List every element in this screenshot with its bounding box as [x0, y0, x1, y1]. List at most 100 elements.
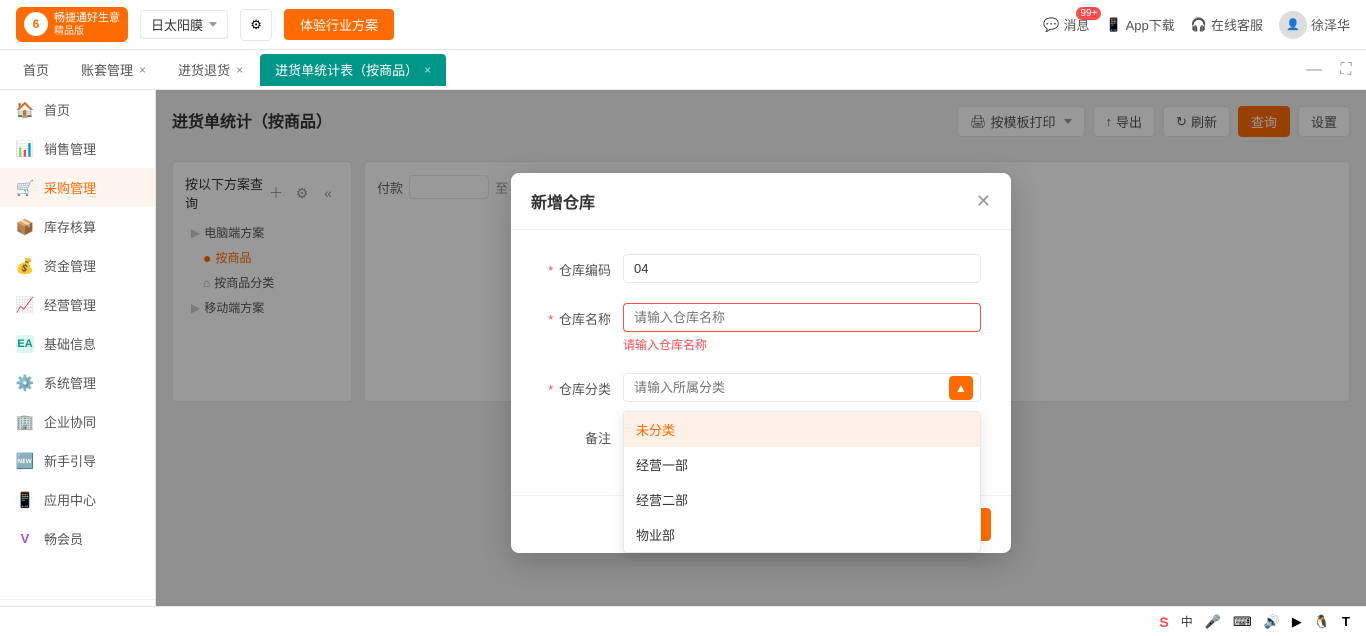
inventory-icon: 📦 [16, 218, 34, 236]
tab-purchase-stats[interactable]: 进货单统计表（按商品） × [260, 54, 446, 86]
category-input[interactable] [623, 373, 981, 402]
status-brand-icon: S [1159, 614, 1168, 630]
name-label: * 仓库名称 [541, 303, 611, 328]
tab-purchase-return-label: 进货退货 [178, 60, 230, 79]
tab-purchase-return[interactable]: 进货退货 × [163, 54, 258, 86]
sidebar-sales-label: 销售管理 [44, 139, 96, 158]
store-selector[interactable]: 日太阳膜 [140, 10, 228, 39]
sidebar-system-label: 系统管理 [44, 373, 96, 392]
required-star-name: * [548, 312, 553, 327]
appstore-icon: 📱 [16, 491, 34, 509]
main-layout: 🏠 首页 📊 销售管理 🛒 采购管理 📦 库存核算 💰 资金管理 📈 经营管理 … [0, 90, 1366, 636]
trial-button[interactable]: 体验行业方案 [284, 9, 394, 40]
category-label: * 仓库分类 [541, 373, 611, 398]
code-field [623, 254, 981, 283]
sidebar-item-sales[interactable]: 📊 销售管理 [0, 129, 155, 168]
sidebar-finance-label: 资金管理 [44, 256, 96, 275]
form-row-code: * 仓库编码 [541, 254, 981, 283]
sidebar-basic-label: 基础信息 [44, 334, 96, 353]
app-download-button[interactable]: 📱 App下载 [1105, 15, 1174, 34]
sidebar-item-home[interactable]: 🏠 首页 [0, 90, 155, 129]
enterprise-icon: 🏢 [16, 413, 34, 431]
sidebar-appstore-label: 应用中心 [44, 490, 96, 509]
dropdown-item-dept1[interactable]: 经营一部 [624, 447, 980, 482]
status-keyboard-icon[interactable]: ⌨ [1233, 614, 1252, 630]
category-arrow-button[interactable]: ▲ [949, 376, 973, 400]
sidebar-inventory-label: 库存核算 [44, 217, 96, 236]
status-speaker-icon[interactable]: 🔊 [1264, 614, 1280, 630]
phone-icon: 📱 [1105, 17, 1121, 33]
system-icon: ⚙️ [16, 374, 34, 392]
form-row-category: * 仓库分类 ▲ 未分类 经营一部 经营二 [541, 373, 981, 402]
modal-close-button[interactable]: ✕ [976, 191, 991, 212]
code-input[interactable] [623, 254, 981, 283]
sidebar-item-operation[interactable]: 📈 经营管理 [0, 285, 155, 324]
dropdown-item-property[interactable]: 物业部 [624, 517, 980, 552]
sidebar-item-appstore[interactable]: 📱 应用中心 [0, 480, 155, 519]
logo-initial: 6 [33, 17, 40, 31]
guide-icon: 🆕 [16, 452, 34, 470]
sidebar-item-finance[interactable]: 💰 资金管理 [0, 246, 155, 285]
basic-icon: EA [16, 335, 34, 353]
sidebar-item-member[interactable]: V 畅会员 [0, 519, 155, 558]
sales-icon: 📊 [16, 140, 34, 158]
tab-account-label: 账套管理 [81, 60, 133, 79]
status-penguin-icon[interactable]: 🐧 [1314, 614, 1330, 630]
tab-minimize-button[interactable]: — [1302, 58, 1326, 82]
tab-purchase-return-close[interactable]: × [236, 63, 243, 77]
name-error-msg: 请输入仓库名称 [623, 336, 981, 353]
dropdown-item-dept2[interactable]: 经营二部 [624, 482, 980, 517]
logo-text: 畅捷通好生意 精品版 [54, 11, 120, 38]
tab-bar: 首页 账套管理 × 进货退货 × 进货单统计表（按商品） × — ⛶ [0, 50, 1366, 90]
status-cn-icon[interactable]: 中 [1181, 613, 1193, 630]
online-service-button[interactable]: 🎧 在线客服 [1191, 15, 1263, 34]
chevron-up-icon: ▲ [955, 381, 967, 395]
tab-home[interactable]: 首页 [8, 54, 64, 86]
sidebar-item-basic[interactable]: EA 基础信息 [0, 324, 155, 363]
notes-label: 备注 [541, 422, 611, 447]
status-bar: S 中 🎤 ⌨ 🔊 ▶ 🐧 T [0, 606, 1366, 636]
status-play-icon[interactable]: ▶ [1292, 614, 1302, 630]
user-menu[interactable]: 👤 徐泽华 [1279, 11, 1350, 39]
tab-actions: — ⛶ [1302, 58, 1358, 82]
user-name: 徐泽华 [1311, 15, 1350, 34]
sidebar-home-label: 首页 [44, 100, 70, 119]
logo-area[interactable]: 6 畅捷通好生意 精品版 [16, 7, 128, 42]
name-input[interactable] [623, 303, 981, 332]
online-service-label: 在线客服 [1211, 15, 1263, 34]
settings-button[interactable]: ⚙ [240, 9, 272, 41]
sidebar-item-enterprise[interactable]: 🏢 企业协同 [0, 402, 155, 441]
dropdown-item-uncategorized[interactable]: 未分类 [624, 412, 980, 447]
status-font-icon[interactable]: T [1342, 614, 1350, 629]
app-download-label: App下载 [1126, 15, 1175, 34]
tab-account-close[interactable]: × [139, 63, 146, 77]
sidebar-item-purchase[interactable]: 🛒 采购管理 [0, 168, 155, 207]
tab-purchase-stats-close[interactable]: × [424, 63, 431, 77]
tab-purchase-stats-label: 进货单统计表（按商品） [275, 60, 418, 79]
category-dropdown: 未分类 经营一部 经营二部 物业部 [623, 411, 981, 553]
name-field: 请输入仓库名称 [623, 303, 981, 353]
sidebar-guide-label: 新手引导 [44, 451, 96, 470]
code-label: * 仓库编码 [541, 254, 611, 279]
store-name: 日太阳膜 [151, 15, 203, 34]
top-header: 6 畅捷通好生意 精品版 日太阳膜 ⚙ 体验行业方案 💬 消息 99+ 📱 Ap… [0, 0, 1366, 50]
tab-maximize-button[interactable]: ⛶ [1334, 58, 1358, 82]
tab-account[interactable]: 账套管理 × [66, 54, 161, 86]
sidebar-enterprise-label: 企业协同 [44, 412, 96, 431]
headset-icon: 🎧 [1191, 17, 1207, 33]
logo-icon: 6 [24, 12, 48, 36]
sidebar-operation-label: 经营管理 [44, 295, 96, 314]
finance-icon: 💰 [16, 257, 34, 275]
modal-title: 新增仓库 [531, 189, 595, 213]
modal-header: 新增仓库 ✕ [511, 173, 1011, 230]
status-mic-icon[interactable]: 🎤 [1205, 614, 1221, 630]
message-button[interactable]: 💬 消息 99+ [1043, 15, 1089, 34]
sidebar-item-inventory[interactable]: 📦 库存核算 [0, 207, 155, 246]
content-area: 进货单统计（按商品） 🖨 按模板打印 ↑ 导出 ↻ 刷新 [156, 90, 1366, 636]
home-icon: 🏠 [16, 101, 34, 119]
sidebar-item-system[interactable]: ⚙️ 系统管理 [0, 363, 155, 402]
sidebar-purchase-label: 采购管理 [44, 178, 96, 197]
sidebar-item-guide[interactable]: 🆕 新手引导 [0, 441, 155, 480]
chevron-down-icon [209, 22, 217, 27]
sidebar-member-label: 畅会员 [44, 529, 83, 548]
